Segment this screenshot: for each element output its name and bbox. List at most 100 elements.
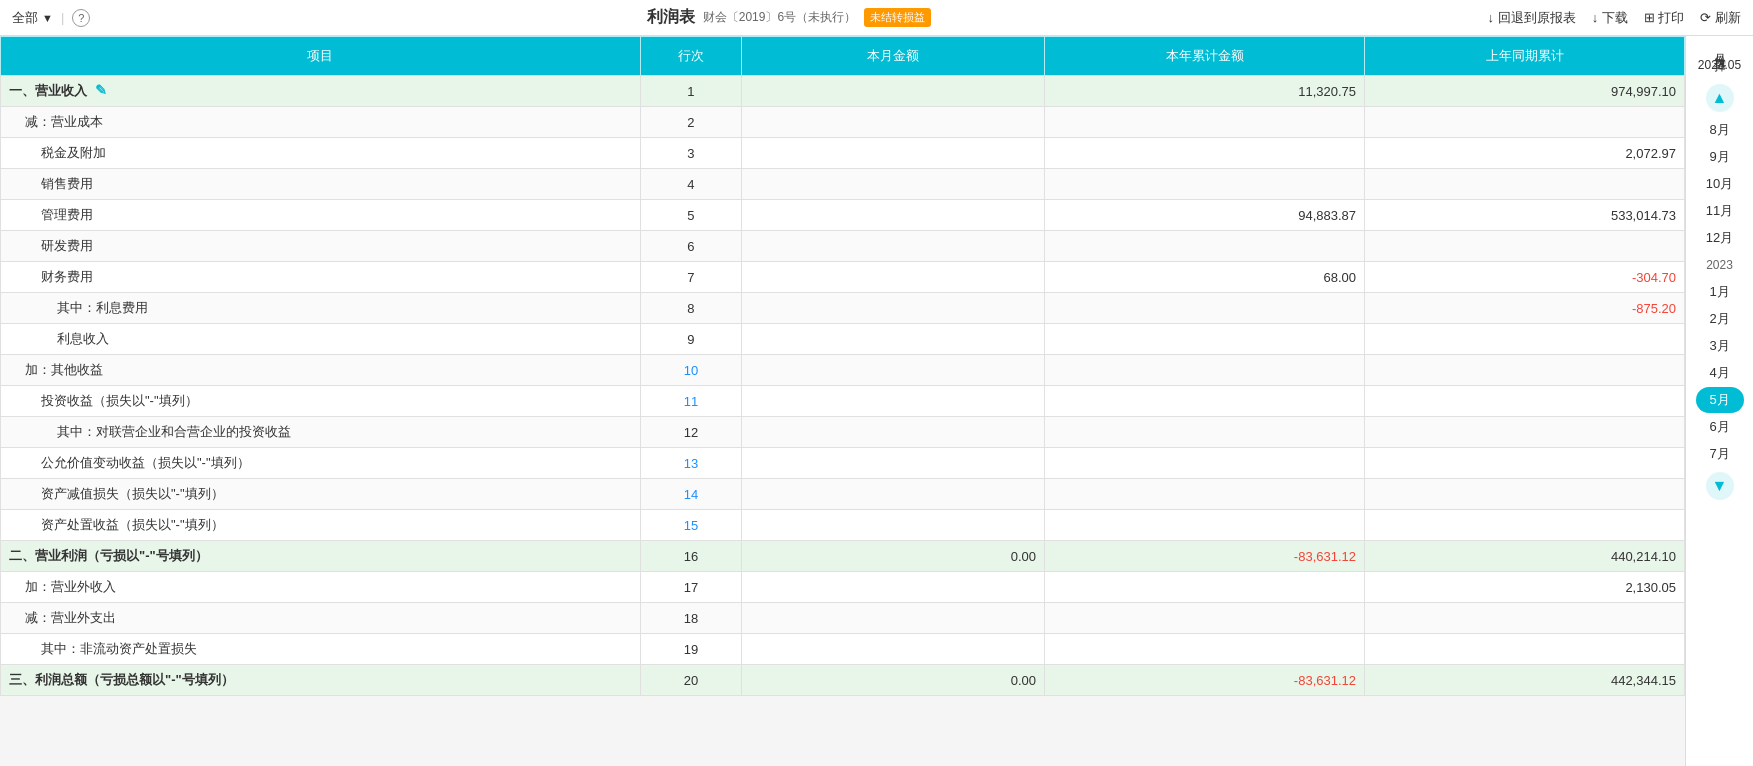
cell-row-num: 7 [640, 262, 741, 293]
cell-row-num: 1 [640, 76, 741, 107]
cell-prev: 2,072.97 [1365, 138, 1685, 169]
table-row: 减：营业成本2 [1, 107, 1685, 138]
nav-down-button[interactable]: ▼ [1706, 472, 1734, 500]
cell-prev [1365, 355, 1685, 386]
report-table: 项目 行次 本月金额 本年累计金额 上年同期累计 一、营业收入✎111,320.… [0, 36, 1685, 696]
cell-prev: 533,014.73 [1365, 200, 1685, 231]
cell-month [741, 76, 1044, 107]
cell-month [741, 169, 1044, 200]
cell-row-num: 4 [640, 169, 741, 200]
cell-prev: -304.70 [1365, 262, 1685, 293]
cell-month [741, 324, 1044, 355]
cell-item: 其中：非流动资产处置损失 [1, 634, 641, 665]
cell-item: 加：营业外收入 [1, 572, 641, 603]
cell-month [741, 200, 1044, 231]
cell-row-num: 16 [640, 541, 741, 572]
table-area: 项目 行次 本月金额 本年累计金额 上年同期累计 一、营业收入✎111,320.… [0, 36, 1685, 766]
cell-item: 二、营业利润（亏损以"-"号填列） [1, 541, 641, 572]
cell-prev [1365, 448, 1685, 479]
cell-prev [1365, 603, 1685, 634]
refresh-button[interactable]: ⟳ 刷新 [1700, 9, 1741, 27]
cell-item: 利息收入 [1, 324, 641, 355]
cell-item: 三、利润总额（亏损总额以"-"号填列） [1, 665, 641, 696]
cell-item: 一、营业收入✎ [1, 76, 641, 107]
table-row: 其中：非流动资产处置损失19 [1, 634, 1685, 665]
side-panel: 月份选择 2023.05 ▲ 8月9月10月11月12月20231月2月3月4月… [1685, 36, 1753, 766]
cell-prev: 974,997.10 [1365, 76, 1685, 107]
header-month: 本月金额 [741, 37, 1044, 76]
edit-icon[interactable]: ✎ [95, 82, 107, 98]
table-row: 资产处置收益（损失以"-"填列）15 [1, 510, 1685, 541]
cell-month: 0.00 [741, 665, 1044, 696]
all-button[interactable]: 全部 ▼ [12, 9, 53, 27]
table-row: 资产减值损失（损失以"-"填列）14 [1, 479, 1685, 510]
cell-item: 减：营业外支出 [1, 603, 641, 634]
table-row: 三、利润总额（亏损总额以"-"号填列）200.00-83,631.12442,3… [1, 665, 1685, 696]
cell-row-num: 6 [640, 231, 741, 262]
cell-year [1045, 572, 1365, 603]
cell-item: 研发费用 [1, 231, 641, 262]
print-button[interactable]: ⊞ 打印 [1644, 9, 1685, 27]
cell-row-num: 10 [640, 355, 741, 386]
nav-up-button[interactable]: ▲ [1706, 84, 1734, 112]
cell-row-num: 2 [640, 107, 741, 138]
cell-item: 税金及附加 [1, 138, 641, 169]
cell-month: 0.00 [741, 541, 1044, 572]
print-label: ⊞ 打印 [1644, 9, 1685, 27]
table-row: 其中：利息费用8-875.20 [1, 293, 1685, 324]
cell-row-num: 11 [640, 386, 741, 417]
cell-month [741, 417, 1044, 448]
cell-item: 资产处置收益（损失以"-"填列） [1, 510, 641, 541]
month-item[interactable]: 12月 [1696, 225, 1744, 251]
cell-row-num: 13 [640, 448, 741, 479]
month-item[interactable]: 9月 [1696, 144, 1744, 170]
month-item[interactable]: 2月 [1696, 306, 1744, 332]
month-item[interactable]: 8月 [1696, 117, 1744, 143]
cell-prev [1365, 107, 1685, 138]
cell-year [1045, 324, 1365, 355]
cell-item: 加：其他收益 [1, 355, 641, 386]
month-item[interactable]: 2023 [1696, 252, 1744, 278]
month-item[interactable]: 6月 [1696, 414, 1744, 440]
status-badge[interactable]: 未结转损益 [864, 8, 931, 27]
cell-year [1045, 634, 1365, 665]
month-item[interactable]: 1月 [1696, 279, 1744, 305]
month-item[interactable]: 11月 [1696, 198, 1744, 224]
table-row: 加：其他收益10 [1, 355, 1685, 386]
cell-row-num: 15 [640, 510, 741, 541]
all-label: 全部 [12, 9, 38, 27]
table-row: 公允价值变动收益（损失以"-"填列）13 [1, 448, 1685, 479]
refresh-label: ⟳ 刷新 [1700, 9, 1741, 27]
cell-year [1045, 386, 1365, 417]
table-row: 利息收入9 [1, 324, 1685, 355]
cell-year: -83,631.12 [1045, 541, 1365, 572]
cell-row-num: 12 [640, 417, 741, 448]
cell-row-num: 8 [640, 293, 741, 324]
cell-year: 68.00 [1045, 262, 1365, 293]
cell-month [741, 262, 1044, 293]
table-row: 税金及附加32,072.97 [1, 138, 1685, 169]
month-item[interactable]: 7月 [1696, 441, 1744, 467]
download-button[interactable]: ↓ 下载 [1592, 9, 1628, 27]
month-item[interactable]: 10月 [1696, 171, 1744, 197]
cell-month [741, 634, 1044, 665]
main-container: 项目 行次 本月金额 本年累计金额 上年同期累计 一、营业收入✎111,320.… [0, 36, 1753, 766]
cell-prev [1365, 479, 1685, 510]
cell-item: 资产减值损失（损失以"-"填列） [1, 479, 641, 510]
month-item[interactable]: 4月 [1696, 360, 1744, 386]
back-button[interactable]: ↓ 回退到原报表 [1488, 9, 1576, 27]
cell-prev [1365, 510, 1685, 541]
report-title: 利润表 [647, 7, 695, 28]
month-item[interactable]: 5月 [1696, 387, 1744, 413]
month-item[interactable]: 3月 [1696, 333, 1744, 359]
cell-month [741, 231, 1044, 262]
divider: | [61, 10, 64, 25]
help-icon[interactable]: ? [72, 9, 90, 27]
header-prev: 上年同期累计 [1365, 37, 1685, 76]
side-panel-title: 月份选择 [1711, 44, 1728, 52]
header-year: 本年累计金额 [1045, 37, 1365, 76]
top-center: 利润表 财会〔2019〕6号（未执行） 未结转损益 [647, 7, 931, 28]
cell-item: 其中：对联营企业和合营企业的投资收益 [1, 417, 641, 448]
cell-row-num: 14 [640, 479, 741, 510]
table-row: 二、营业利润（亏损以"-"号填列）160.00-83,631.12440,214… [1, 541, 1685, 572]
